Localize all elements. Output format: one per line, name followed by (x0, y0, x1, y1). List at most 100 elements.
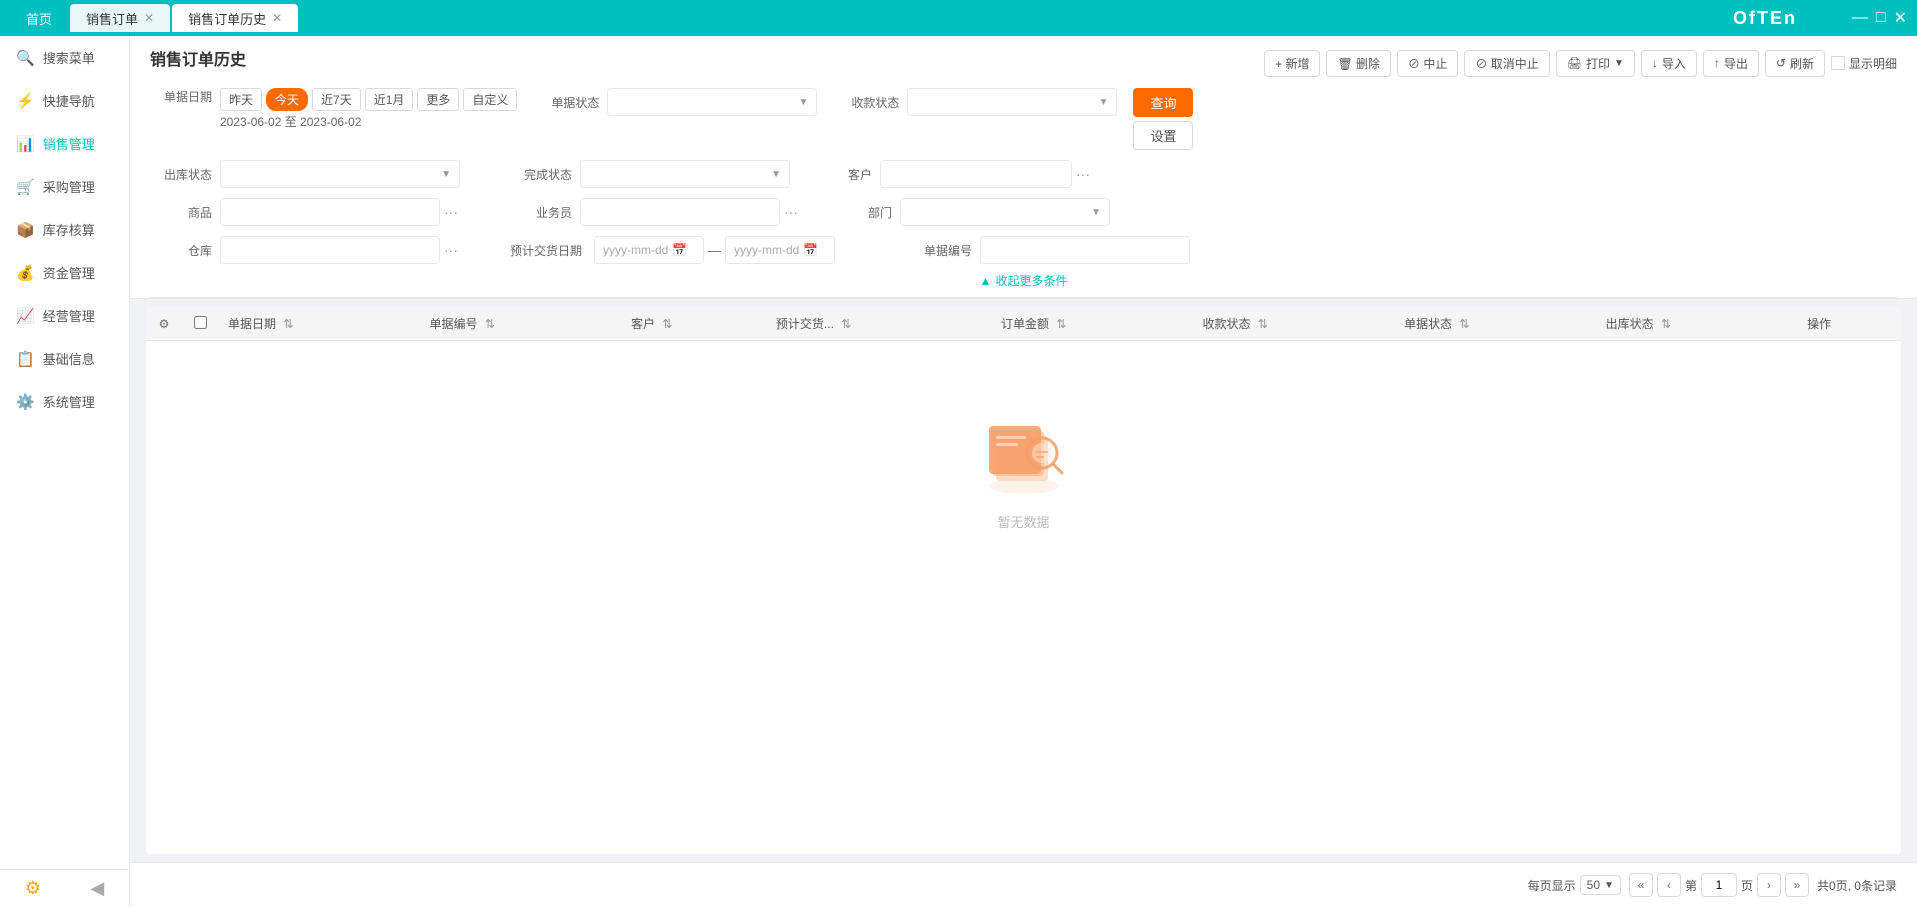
table-settings-icon[interactable]: ⚙ (159, 317, 170, 331)
page-size-chevron: ▼ (1604, 880, 1614, 891)
doc-number-input[interactable] (980, 236, 1190, 264)
empty-illustration (974, 401, 1074, 504)
ops-mgmt-icon: 📈 (16, 307, 35, 325)
date-btn-custom[interactable]: 自定义 (463, 88, 517, 111)
new-btn[interactable]: + 新增 (1264, 50, 1320, 77)
tab-sales-order-close[interactable]: ✕ (144, 11, 154, 25)
quick-nav-icon: ⚡ (16, 92, 35, 110)
tab-sales-order-history[interactable]: 销售订单历史 ✕ (172, 4, 298, 32)
tab-home[interactable]: 首页 (10, 4, 68, 32)
empty-text: 暂无数据 (997, 512, 1049, 531)
sidebar-item-search-menu[interactable]: 🔍 搜索菜单 (0, 36, 129, 79)
col-outbound-status: 出库状态 ⇅ (1596, 307, 1798, 341)
salesperson-input[interactable] (580, 198, 780, 226)
sort-customer-icon[interactable]: ⇅ (662, 317, 672, 331)
pagination: 每页显示 50 ▼ « ‹ 第 页 › » 共0页, 0条记录 (130, 862, 1917, 907)
page-size-dropdown[interactable]: 50 ▼ (1580, 875, 1621, 895)
sort-expected-delivery-icon[interactable]: ⇅ (841, 317, 851, 331)
outbound-status-select[interactable]: ▼ (220, 160, 460, 188)
collapse-btn[interactable]: ▲ 收起更多条件 (150, 272, 1897, 289)
date-btn-today[interactable]: 今天 (266, 88, 308, 111)
receipt-status-select[interactable]: ▼ (907, 88, 1117, 116)
col-doc-number: 单据编号 ⇅ (420, 307, 622, 341)
customer-input[interactable] (880, 160, 1072, 188)
print-btn[interactable]: 🖨 🖨 打印 打印 ▼ (1556, 50, 1635, 77)
date-from-input[interactable]: yyyy-mm-dd 📅 (594, 236, 704, 264)
date-to-placeholder: yyyy-mm-dd (734, 243, 799, 257)
sidebar-item-quick-nav-label: 快捷导航 (43, 91, 95, 110)
sidebar-item-ops-mgmt[interactable]: 📈 经营管理 (0, 294, 129, 337)
sidebar-collapse-icon[interactable]: ◀ (90, 878, 104, 899)
tab-sales-order[interactable]: 销售订单 ✕ (70, 4, 170, 32)
sidebar-item-base-info[interactable]: 📋 基础信息 (0, 337, 129, 380)
sidebar-item-capital-mgmt[interactable]: 💰 资金管理 (0, 251, 129, 294)
minimize-btn[interactable]: — (1852, 9, 1868, 27)
query-btn[interactable]: 查询 (1133, 88, 1193, 117)
goods-input[interactable] (220, 198, 440, 226)
date-btn-yesterday[interactable]: 昨天 (220, 88, 262, 111)
goods-dots[interactable]: ··· (444, 204, 458, 220)
delete-btn[interactable]: 🗑 删除 (1326, 50, 1391, 77)
sort-outbound-status-icon[interactable]: ⇅ (1661, 317, 1671, 331)
next-page-btn[interactable]: › (1757, 873, 1781, 897)
close-btn[interactable]: ✕ (1894, 8, 1907, 28)
search-menu-icon: 🔍 (16, 49, 35, 67)
sort-doc-number-icon[interactable]: ⇅ (485, 317, 495, 331)
table-area: ⚙ 单据日期 ⇅ 单据编号 ⇅ (146, 307, 1901, 854)
date-btn-1month[interactable]: 近1月 (365, 88, 414, 111)
date-btn-more[interactable]: 更多 (417, 88, 459, 111)
cancel-stop-btn[interactable]: ⊘ 取消中止 (1464, 50, 1549, 77)
sidebar-item-search-menu-label: 搜索菜单 (43, 48, 95, 67)
col-doc-date: 单据日期 ⇅ (218, 307, 420, 341)
purchase-mgmt-icon: 🛒 (16, 178, 35, 196)
sort-receipt-status-icon[interactable]: ⇅ (1258, 317, 1268, 331)
customer-dots[interactable]: ··· (1076, 166, 1090, 182)
page-number-input[interactable] (1701, 873, 1737, 897)
import-icon: ↓ (1652, 56, 1658, 70)
calendar-from-icon[interactable]: 📅 (672, 243, 687, 257)
calendar-to-icon[interactable]: 📅 (803, 243, 818, 257)
sidebar-bottom: ⚙ ◀ (0, 869, 129, 907)
completion-status-select[interactable]: ▼ (580, 160, 790, 188)
outbound-status-label: 出库状态 (150, 166, 220, 183)
settings-filter-btn[interactable]: 设置 (1133, 121, 1193, 150)
first-page-btn[interactable]: « (1629, 873, 1653, 897)
display-detail-label: 显示明细 (1849, 55, 1897, 72)
print-dropdown-icon: ▼ (1614, 58, 1624, 69)
display-detail-toggle[interactable]: 显示明细 (1831, 55, 1897, 72)
import-btn[interactable]: ↓ 导入 (1641, 50, 1697, 77)
base-info-icon: 📋 (16, 350, 35, 368)
page-unit: 页 (1741, 877, 1753, 894)
salesperson-dots[interactable]: ··· (784, 204, 798, 220)
stop-btn[interactable]: ⊘ 中止 (1397, 50, 1458, 77)
sidebar-item-quick-nav[interactable]: ⚡ 快捷导航 (0, 79, 129, 122)
doc-status-select[interactable]: ▼ (607, 88, 817, 116)
date-to-input[interactable]: yyyy-mm-dd 📅 (725, 236, 835, 264)
salesperson-label: 业务员 (510, 204, 580, 221)
sort-order-amount-icon[interactable]: ⇅ (1056, 317, 1066, 331)
warehouse-input[interactable] (220, 236, 440, 264)
select-all-checkbox[interactable] (194, 316, 207, 329)
refresh-btn[interactable]: ↺ 刷新 (1765, 50, 1825, 77)
collapse-up-icon: ▲ (980, 274, 992, 288)
sidebar-item-inventory[interactable]: 📦 库存核算 (0, 208, 129, 251)
sidebar-item-sys-mgmt[interactable]: ⚙️ 系统管理 (0, 380, 129, 423)
col-receipt-status: 收款状态 ⇅ (1193, 307, 1395, 341)
sidebar-item-sales-mgmt[interactable]: 📊 销售管理 (0, 122, 129, 165)
sort-doc-date-icon[interactable]: ⇅ (283, 317, 293, 331)
sidebar-settings-icon[interactable]: ⚙ (25, 878, 41, 899)
sort-doc-status-icon[interactable]: ⇅ (1459, 317, 1469, 331)
tab-home-label: 首页 (26, 9, 52, 28)
prev-page-btn[interactable]: ‹ (1657, 873, 1681, 897)
sidebar-item-purchase-mgmt[interactable]: 🛒 采购管理 (0, 165, 129, 208)
display-detail-checkbox[interactable] (1831, 56, 1845, 70)
tab-sales-order-history-close[interactable]: ✕ (272, 11, 282, 25)
department-select[interactable]: ▼ (900, 198, 1110, 226)
warehouse-dots[interactable]: ··· (444, 242, 458, 258)
sidebar: 🔍 搜索菜单 ⚡ 快捷导航 📊 销售管理 🛒 采购管理 📦 库存核算 💰 资金管… (0, 36, 130, 907)
date-btn-7days[interactable]: 近7天 (312, 88, 361, 111)
maximize-btn[interactable]: □ (1876, 9, 1886, 27)
last-page-btn[interactable]: » (1785, 873, 1809, 897)
filter-area: 单据日期 昨天 今天 近7天 近1月 更多 自定义 2023-06-02 至 2… (150, 88, 1897, 298)
export-btn[interactable]: ↑ 导出 (1703, 50, 1759, 77)
